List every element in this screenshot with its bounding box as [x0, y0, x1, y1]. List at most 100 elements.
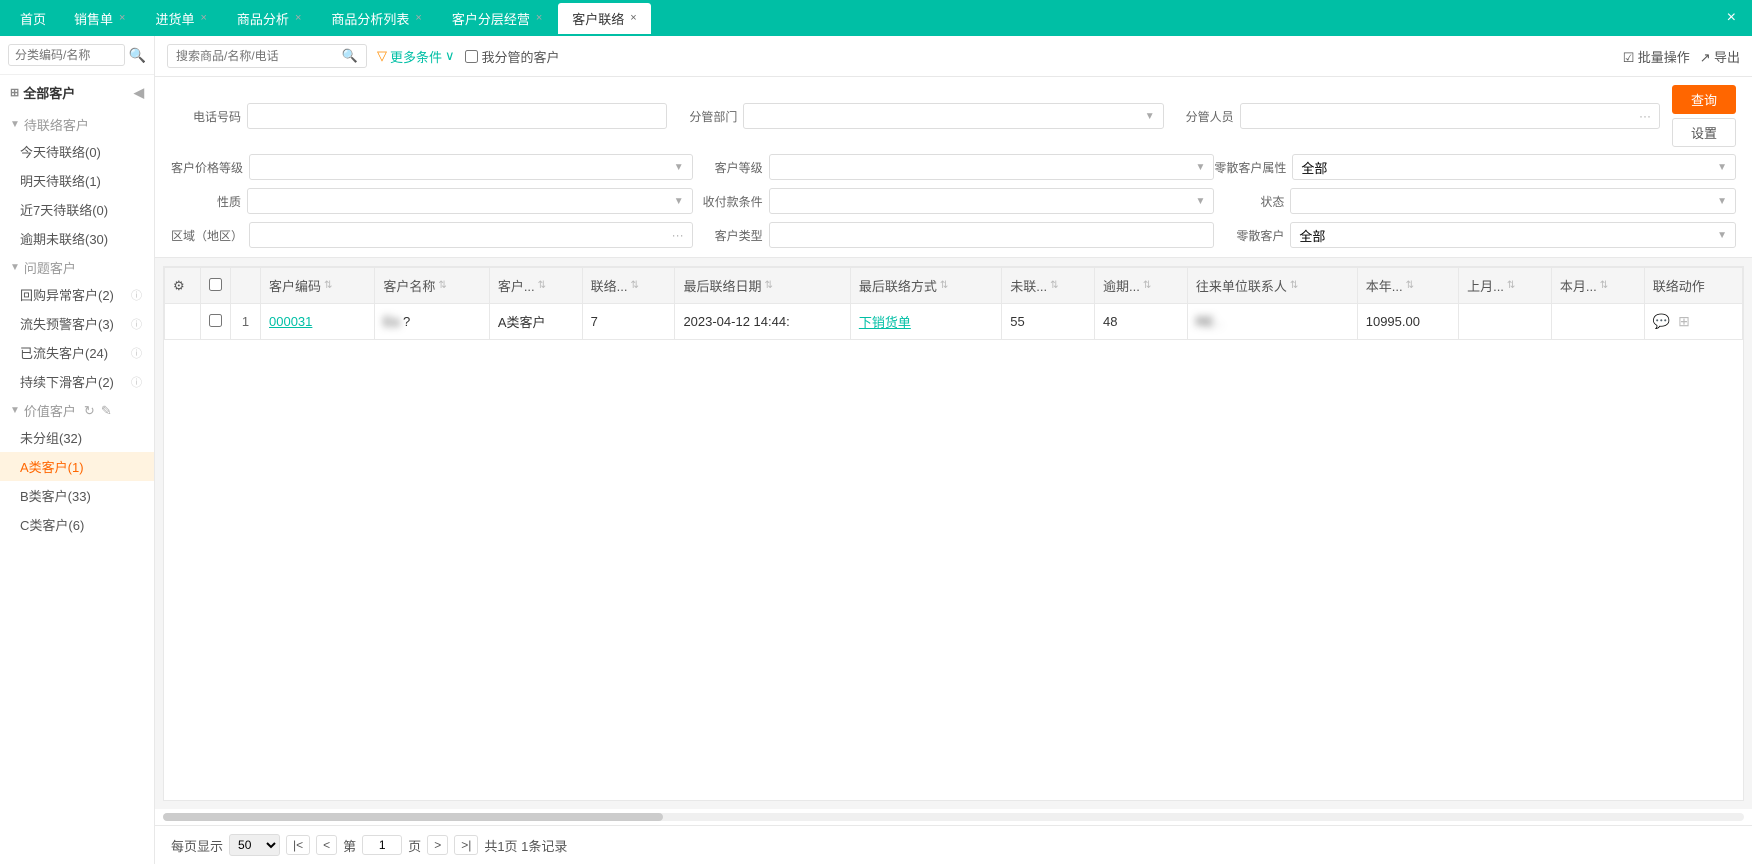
col-last-contact-method[interactable]: 最后联络方式 ⇅	[850, 268, 1001, 304]
col-name[interactable]: 客户名称 ⇅	[375, 268, 489, 304]
select-all-checkbox[interactable]	[209, 278, 222, 291]
col-this-year[interactable]: 本年... ⇅	[1357, 268, 1458, 304]
col-category-sort: ⇅	[538, 280, 546, 291]
settings-icon[interactable]: ⚙	[173, 278, 185, 293]
nav-tab-customer-segment[interactable]: 客户分层经营 ×	[438, 3, 556, 34]
settings-button[interactable]: 设置	[1672, 118, 1736, 147]
phone-label: 电话号码	[171, 108, 241, 125]
all-customers-header: ⊞ 全部客户 ◀	[0, 75, 154, 110]
manager-select[interactable]: ···	[1240, 103, 1660, 129]
col-seq	[231, 268, 261, 304]
sidebar-item-unclassified[interactable]: 未分组(32)	[0, 423, 154, 452]
nav-tab-analysis[interactable]: 商品分析 ×	[223, 3, 315, 34]
payment-arrow: ▼	[1195, 196, 1205, 207]
nature-select[interactable]: ▼	[247, 188, 693, 214]
close-all-button[interactable]: ×	[1719, 5, 1744, 31]
col-category[interactable]: 客户... ⇅	[489, 268, 582, 304]
dept-select[interactable]: ▼	[743, 103, 1163, 129]
status-select[interactable]: ▼	[1290, 188, 1736, 214]
prev-page-button[interactable]: <	[316, 835, 337, 855]
sidebar-item-overdue[interactable]: 逾期未联络(30)	[0, 224, 154, 253]
sidebar-search-icon[interactable]: 🔍	[129, 47, 146, 64]
action-chat-icon[interactable]: 💬	[1653, 313, 1670, 330]
sidebar-item-7days[interactable]: 近7天待联络(0)	[0, 195, 154, 224]
col-last-month[interactable]: 上月... ⇅	[1459, 268, 1552, 304]
payment-select[interactable]: ▼	[769, 188, 1215, 214]
row-code[interactable]: 000031	[261, 304, 375, 340]
sidebar-collapse-button[interactable]: ◀	[134, 85, 144, 101]
col-unit-contact[interactable]: 往来单位联系人 ⇅	[1187, 268, 1357, 304]
customer-level-select[interactable]: ▼	[769, 154, 1215, 180]
nav-tab-home[interactable]: 首页	[8, 3, 58, 34]
filter-manager: 分管人员 ···	[1164, 102, 1660, 130]
top-nav: 首页 销售单 × 进货单 × 商品分析 × 商品分析列表 × 客户分层经营 × …	[0, 0, 1752, 36]
filter-status: 状态 ▼	[1214, 187, 1736, 215]
col-contact[interactable]: 联络... ⇅	[582, 268, 675, 304]
sidebar-item-b-class[interactable]: B类客户(33)	[0, 481, 154, 510]
last-page-button[interactable]: >|	[454, 835, 478, 855]
query-button[interactable]: 查询	[1672, 85, 1736, 114]
row-checkbox-cell[interactable]	[201, 304, 231, 340]
arrow-value: ▼	[10, 405, 20, 416]
retail-customer-label: 零散客户	[1214, 227, 1284, 244]
sidebar-item-churn-warning[interactable]: 流失预警客户(3) ⓘ	[0, 309, 154, 338]
col-last-contact-date[interactable]: 最后联络日期 ⇅	[675, 268, 850, 304]
export-button[interactable]: ↗ 导出	[1700, 47, 1740, 66]
first-page-button[interactable]: |<	[286, 835, 310, 855]
main-search-icon[interactable]: 🔍	[342, 48, 358, 64]
close-analysis-tab[interactable]: ×	[295, 12, 301, 24]
col-this-month[interactable]: 本月... ⇅	[1551, 268, 1644, 304]
sidebar-item-c-class[interactable]: C类客户(6)	[0, 510, 154, 539]
main-search-box: 🔍	[167, 44, 367, 68]
col-code[interactable]: 客户编码 ⇅	[261, 268, 375, 304]
col-settings[interactable]: ⚙	[165, 268, 201, 304]
sidebar-search-input[interactable]	[8, 44, 125, 66]
main-search-input[interactable]	[176, 49, 342, 63]
nav-tab-customer-contact[interactable]: 客户联络 ×	[558, 3, 650, 34]
more-filter-button[interactable]: ▽ 更多条件 ∨	[377, 47, 455, 66]
col-no-contact[interactable]: 未联... ⇅	[1002, 268, 1095, 304]
horizontal-scrollbar-thumb[interactable]	[163, 813, 663, 821]
nav-tab-sales[interactable]: 销售单 ×	[60, 3, 139, 34]
batch-operation-button[interactable]: ☑ 批量操作	[1623, 47, 1690, 66]
close-analysis-list-tab[interactable]: ×	[415, 12, 421, 24]
retail-customer-select[interactable]: 全部 ▼	[1290, 222, 1736, 248]
close-segment-tab[interactable]: ×	[536, 12, 542, 24]
row-checkbox[interactable]	[209, 314, 222, 327]
col-contact-label: 联络...	[591, 276, 628, 295]
row-last-contact-method[interactable]: 下销货单	[850, 304, 1001, 340]
per-page-select[interactable]: 50 20 100	[229, 834, 280, 856]
sidebar-item-declining[interactable]: 持续下滑客户(2) ⓘ	[0, 367, 154, 396]
action-link-icon[interactable]: ⊞	[1678, 313, 1690, 330]
next-page-button[interactable]: >	[427, 835, 448, 855]
col-overdue[interactable]: 逾期... ⇅	[1095, 268, 1188, 304]
col-category-label: 客户...	[498, 276, 535, 295]
nav-tab-purchase[interactable]: 进货单 ×	[141, 3, 220, 34]
col-lcd-label: 最后联络日期	[683, 276, 761, 295]
phone-input[interactable]	[247, 103, 667, 129]
refresh-icon[interactable]: ↻	[84, 403, 95, 419]
sidebar-item-abnormal-repurchase[interactable]: 回购异常客户(2) ⓘ	[0, 280, 154, 309]
sidebar-item-churned[interactable]: 已流失客户(24) ⓘ	[0, 338, 154, 367]
col-checkbox[interactable]	[201, 268, 231, 304]
close-sales-tab[interactable]: ×	[119, 12, 125, 24]
price-level-select[interactable]: ▼	[249, 154, 693, 180]
sidebar-item-a-class[interactable]: A类客户(1)	[0, 452, 154, 481]
sidebar-item-today[interactable]: 今天待联络(0)	[0, 137, 154, 166]
close-purchase-tab[interactable]: ×	[200, 12, 206, 24]
nav-tab-analysis-list[interactable]: 商品分析列表 ×	[317, 3, 435, 34]
my-customer-checkbox[interactable]	[465, 50, 478, 63]
retail-attr-select[interactable]: 全部 ▼	[1292, 154, 1736, 180]
arrow-problem: ▼	[10, 262, 20, 273]
sidebar-item-tomorrow[interactable]: 明天待联络(1)	[0, 166, 154, 195]
advanced-filter: 电话号码 分管部门 ▼ 分管人员 ···	[155, 77, 1752, 258]
edit-groups-icon[interactable]: ✎	[101, 403, 112, 419]
page-number-input[interactable]	[362, 835, 402, 855]
filter-customer-level: 客户等级 ▼	[693, 153, 1215, 181]
close-contact-tab[interactable]: ×	[630, 12, 636, 24]
customer-type-select[interactable]	[769, 222, 1215, 248]
total-records: 共1页 1条记录	[484, 836, 567, 855]
region-select[interactable]: ···	[249, 222, 693, 248]
retail-attr-label: 零散客户属性	[1214, 159, 1286, 176]
filter-row-1: 电话号码 分管部门 ▼ 分管人员 ···	[171, 85, 1736, 147]
